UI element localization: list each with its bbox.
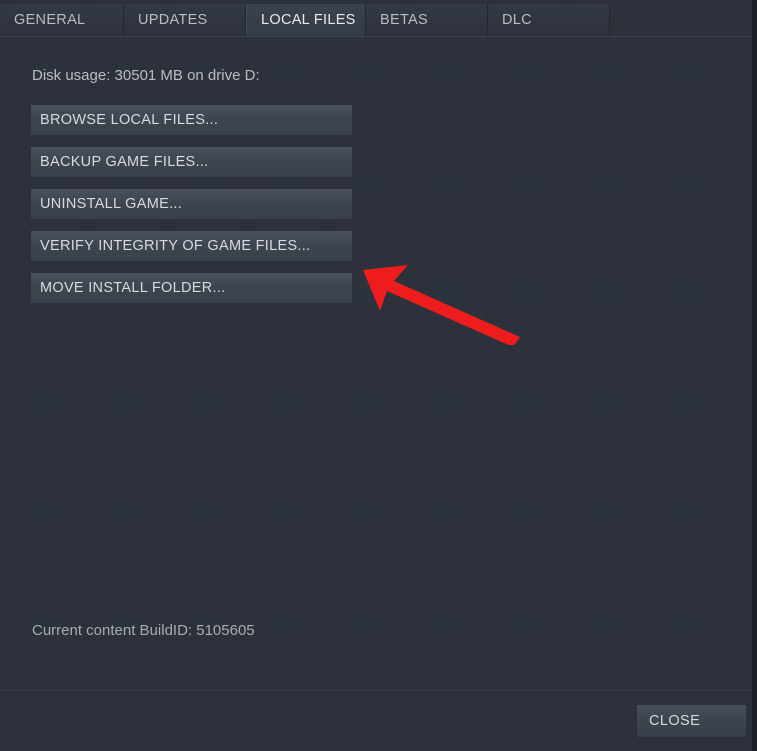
tab-local-files[interactable]: LOCAL FILES bbox=[246, 4, 366, 36]
tab-bar: GENERAL UPDATES LOCAL FILES BETAS DLC bbox=[0, 0, 752, 37]
local-files-panel: Disk usage: 30501 MB on drive D: BROWSE … bbox=[0, 37, 752, 690]
tab-betas[interactable]: BETAS bbox=[366, 4, 488, 36]
backup-game-files-button[interactable]: BACKUP GAME FILES... bbox=[31, 147, 352, 177]
red-arrow-annotation bbox=[363, 265, 520, 345]
uninstall-game-button[interactable]: UNINSTALL GAME... bbox=[31, 189, 352, 219]
verify-integrity-of-game-files-button[interactable]: VERIFY INTEGRITY OF GAME FILES... bbox=[31, 231, 352, 261]
browse-local-files-button[interactable]: BROWSE LOCAL FILES... bbox=[31, 105, 352, 135]
game-properties-dialog: GENERAL UPDATES LOCAL FILES BETAS DLC Di… bbox=[0, 0, 752, 751]
move-install-folder-button[interactable]: MOVE INSTALL FOLDER... bbox=[31, 273, 352, 303]
window-right-edge bbox=[752, 0, 757, 751]
dialog-footer: CLOSE bbox=[0, 690, 752, 751]
close-button[interactable]: CLOSE bbox=[637, 705, 746, 737]
build-id-label: Current content BuildID: 5105605 bbox=[32, 622, 255, 639]
tab-general[interactable]: GENERAL bbox=[0, 4, 124, 36]
tab-dlc[interactable]: DLC bbox=[488, 4, 610, 36]
disk-usage-label: Disk usage: 30501 MB on drive D: bbox=[32, 67, 260, 84]
tab-updates[interactable]: UPDATES bbox=[124, 4, 246, 36]
